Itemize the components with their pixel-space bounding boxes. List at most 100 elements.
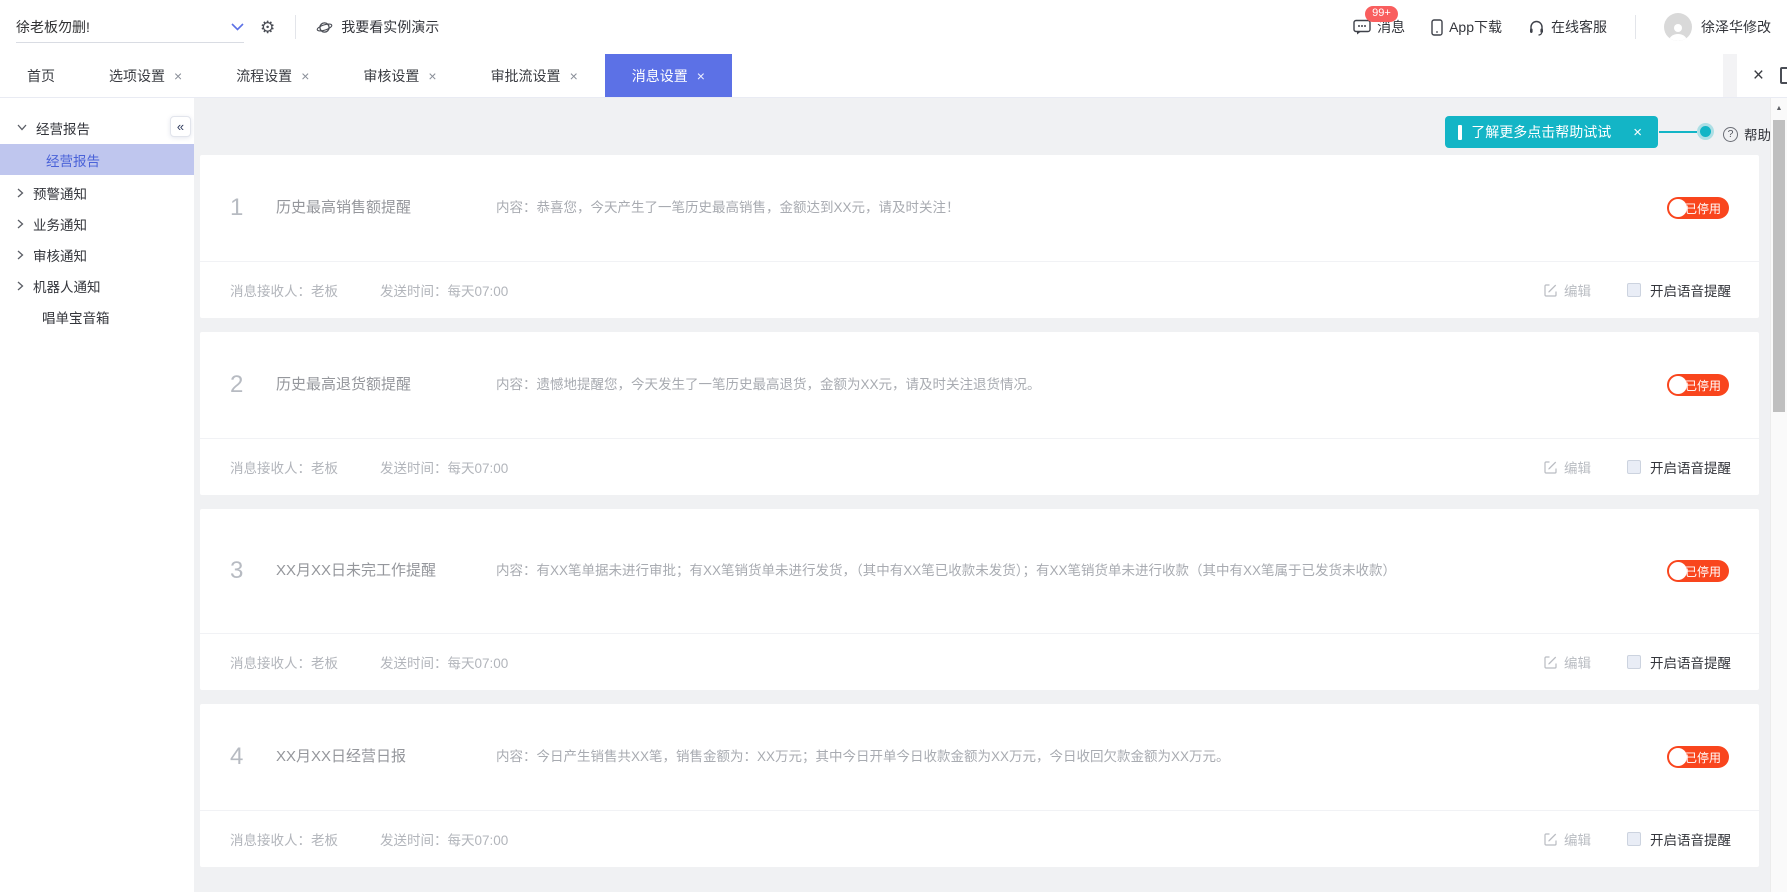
voice-checkbox[interactable] [1627, 832, 1641, 846]
sidebar-item-warning-notice[interactable]: 预警通知 [0, 177, 194, 208]
sidebar-item-review-notice[interactable]: 审核通知 [0, 239, 194, 270]
scrollbar-thumb[interactable] [1773, 120, 1785, 412]
sidebar: « 经营报告 经营报告 预警通知 业务通知 审核通知 机器人通知 唱单宝音箱 [0, 98, 194, 892]
sidebar-collapse-button[interactable]: « [170, 116, 191, 137]
status-toggle[interactable]: 已停用 [1667, 560, 1729, 582]
avatar [1664, 13, 1692, 41]
tab-review-settings[interactable]: 审核设置 × [336, 54, 463, 97]
edit-button[interactable]: 编辑 [1544, 280, 1591, 300]
sidebar-item-business-report[interactable]: 经营报告 [0, 144, 194, 175]
caret-down-icon [17, 124, 27, 131]
voice-reminder-toggle[interactable]: 开启语音提醒 [1627, 829, 1731, 849]
messages-button[interactable]: 99+ 消息 [1353, 6, 1405, 37]
caret-right-icon [17, 188, 24, 198]
pencil-icon [1544, 284, 1557, 297]
voice-label: 开启语音提醒 [1650, 461, 1731, 476]
caret-right-icon [17, 250, 24, 260]
edit-button[interactable]: 编辑 [1544, 829, 1591, 849]
card-content: 内容：恭喜您，今天产生了一笔历史最高销售，金额达到XX元，请及时关注！ [496, 200, 960, 215]
gear-icon[interactable]: ⚙ [260, 19, 275, 36]
tab-close-icon[interactable]: × [570, 68, 578, 84]
edit-button[interactable]: 编辑 [1544, 652, 1591, 672]
company-select[interactable]: 徐老板勿删! [16, 11, 244, 43]
app-download-label: App下载 [1449, 19, 1502, 35]
pencil-icon [1544, 833, 1557, 846]
divider [1635, 15, 1636, 39]
voice-checkbox[interactable] [1627, 655, 1641, 669]
card-meta-row: 消息接收人：老板 发送时间：每天07:00 编辑 开启语音提醒 [200, 633, 1759, 690]
voice-reminder-toggle[interactable]: 开启语音提醒 [1627, 457, 1731, 477]
planet-icon [316, 19, 333, 36]
send-time-label: 发送时间：每天07:00 [380, 461, 509, 476]
voice-reminder-toggle[interactable]: 开启语音提醒 [1627, 280, 1731, 300]
scroll-up-icon[interactable]: ▲ [1771, 98, 1787, 112]
sidebar-item-robot-notice[interactable]: 机器人通知 [0, 270, 194, 301]
tab-close-icon[interactable]: × [174, 68, 182, 84]
voice-label: 开启语音提醒 [1650, 833, 1731, 848]
card-top-row: 3 XX月XX日未完工作提醒 内容：有XX笔单据未进行审批；有XX笔销货单未进行… [200, 509, 1759, 633]
sidebar-item-label: 机器人通知 [33, 279, 101, 295]
app-download-button[interactable]: App下载 [1431, 17, 1502, 37]
tab-message-settings[interactable]: 消息设置 × [604, 54, 732, 97]
sidebar-group-business-report[interactable]: 经营报告 [0, 112, 194, 143]
sidebar-group-label: 经营报告 [36, 121, 90, 137]
card-number: 3 [230, 557, 244, 584]
close-all-tabs-icon[interactable]: × [1753, 65, 1764, 87]
user-menu[interactable]: 徐泽华修改 [1664, 13, 1771, 41]
card-content: 内容：遗憾地提醒您，今天发生了一笔历史最高退货，金额为XX元，请及时关注退货情况… [496, 377, 1041, 392]
tooltip-close-icon[interactable]: × [1633, 124, 1642, 141]
main-area: « 经营报告 经营报告 预警通知 业务通知 审核通知 机器人通知 唱单宝音箱 了… [0, 98, 1787, 892]
tab-option-settings[interactable]: 选项设置 × [82, 54, 209, 97]
status-toggle[interactable]: 已停用 [1667, 374, 1729, 396]
help-button[interactable]: ? 帮助 [1723, 124, 1771, 144]
card-title: XX月XX日经营日报 [276, 748, 407, 765]
toggle-knob [1669, 562, 1687, 580]
online-service-label: 在线客服 [1551, 19, 1607, 35]
vertical-scrollbar[interactable]: ▲ [1770, 98, 1787, 892]
tab-label: 选项设置 [109, 67, 165, 84]
message-bubble-icon [1353, 19, 1371, 35]
message-card: 4 XX月XX日经营日报 内容：今日产生销售共XX笔，销售金额为：XX万元；其中… [200, 704, 1759, 867]
voice-label: 开启语音提醒 [1650, 284, 1731, 299]
card-top-row: 1 历史最高销售额提醒 内容：恭喜您，今天产生了一笔历史最高销售，金额达到XX元… [200, 155, 1759, 261]
tab-home[interactable]: 首页 [0, 54, 82, 97]
question-circle-icon: ? [1723, 126, 1738, 142]
tab-approval-flow-settings[interactable]: 审批流设置 × [464, 54, 605, 97]
status-label: 已停用 [1684, 750, 1721, 765]
tab-label: 消息设置 [631, 67, 688, 84]
sidebar-item-business-notice[interactable]: 业务通知 [0, 208, 194, 239]
tab-close-icon[interactable]: × [697, 68, 705, 84]
card-number: 2 [230, 371, 244, 398]
sidebar-item-label: 预警通知 [33, 186, 87, 202]
sidebar-item-speaker[interactable]: 唱单宝音箱 [0, 301, 194, 332]
caret-right-icon [17, 219, 24, 229]
voice-checkbox[interactable] [1627, 460, 1641, 474]
tab-process-settings[interactable]: 流程设置 × [209, 54, 336, 97]
online-service-button[interactable]: 在线客服 [1528, 17, 1607, 37]
tab-label: 流程设置 [236, 67, 293, 84]
sidebar-item-label: 业务通知 [33, 217, 87, 233]
sidebar-item-label: 唱单宝音箱 [42, 310, 110, 326]
tab-close-icon[interactable]: × [301, 68, 309, 84]
tab-bar-right: × [1722, 54, 1787, 97]
status-label: 已停用 [1684, 378, 1721, 393]
demo-button[interactable]: 我要看实例演示 [316, 17, 439, 37]
sidebar-item-label: 经营报告 [46, 153, 100, 169]
company-name: 徐老板勿删! [16, 18, 90, 35]
tab-close-icon[interactable]: × [428, 68, 436, 84]
tooltip-accent-bar [1458, 124, 1463, 140]
status-label: 已停用 [1684, 201, 1721, 216]
card-meta-row: 消息接收人：老板 发送时间：每天07:00 编辑 开启语音提醒 [200, 810, 1759, 867]
voice-reminder-toggle[interactable]: 开启语音提醒 [1627, 652, 1731, 672]
receiver-label: 消息接收人：老板 [230, 656, 338, 671]
status-toggle[interactable]: 已停用 [1667, 197, 1729, 219]
demo-label: 我要看实例演示 [341, 19, 440, 35]
receiver-label: 消息接收人：老板 [230, 284, 338, 299]
receiver-label: 消息接收人：老板 [230, 461, 338, 476]
card-title: XX月XX日未完工作提醒 [276, 562, 437, 579]
status-toggle[interactable]: 已停用 [1667, 746, 1729, 768]
voice-checkbox[interactable] [1627, 283, 1641, 297]
fullscreen-icon[interactable] [1780, 67, 1787, 84]
edit-button[interactable]: 编辑 [1544, 457, 1591, 477]
voice-label: 开启语音提醒 [1650, 656, 1731, 671]
